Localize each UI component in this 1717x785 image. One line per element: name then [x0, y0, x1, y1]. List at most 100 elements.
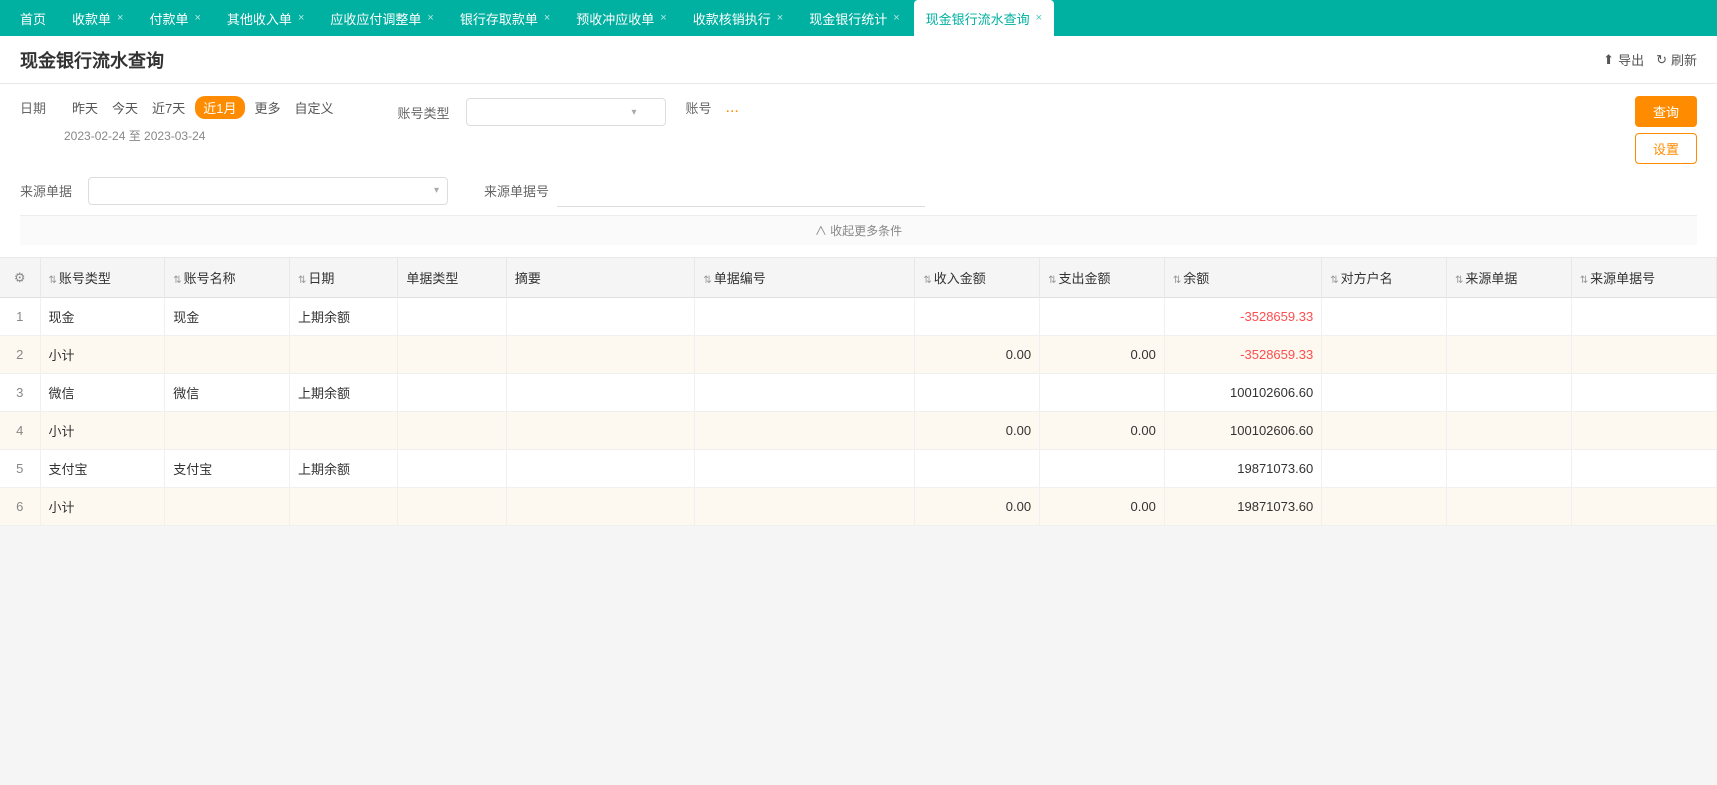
close-icon[interactable]: ×	[298, 12, 304, 24]
th-income[interactable]: ⇅收入金额	[915, 258, 1040, 298]
collapse-bar[interactable]: ∧ 收起更多条件	[20, 215, 1697, 245]
close-icon[interactable]: ×	[893, 12, 899, 24]
row-income	[915, 374, 1040, 412]
row-income	[915, 450, 1040, 488]
nav-item-bank-flow[interactable]: 现金银行流水查询 ×	[914, 0, 1054, 36]
row-num: 6	[0, 488, 40, 526]
row-balance: 100102606.60	[1164, 374, 1321, 412]
row-source-doc	[1446, 450, 1571, 488]
row-source-doc	[1446, 374, 1571, 412]
date-btn-yesterday[interactable]: 昨天	[68, 96, 102, 119]
date-btn-7days[interactable]: 近7天	[148, 96, 189, 119]
date-btn-custom[interactable]: 自定义	[291, 96, 338, 119]
close-icon[interactable]: ×	[427, 12, 433, 24]
row-num: 4	[0, 412, 40, 450]
date-btn-today[interactable]: 今天	[108, 96, 142, 119]
row-date: 上期余额	[290, 374, 398, 412]
row-doc-type	[398, 450, 506, 488]
nav-item-bank-deposit[interactable]: 银行存取款单 ×	[448, 0, 562, 36]
refresh-button[interactable]: ↻ 刷新	[1656, 50, 1697, 69]
row-expense: 0.00	[1040, 412, 1165, 450]
close-icon[interactable]: ×	[777, 12, 783, 24]
nav-item-receipts[interactable]: 收款单 ×	[60, 0, 135, 36]
source-doc-no-input-wrapper	[557, 174, 925, 207]
nav-item-advance[interactable]: 预收冲应收单 ×	[564, 0, 678, 36]
source-doc-no-label: 来源单据号	[484, 181, 549, 200]
nav-item-home[interactable]: 首页	[8, 0, 58, 36]
account-dots-button[interactable]: ...	[722, 99, 743, 117]
th-account-type[interactable]: ⇅账号类型	[40, 258, 165, 298]
row-account-type: 支付宝	[40, 450, 165, 488]
th-source-doc-no[interactable]: ⇅来源单据号	[1571, 258, 1716, 298]
nav-item-bank-stats[interactable]: 现金银行统计 ×	[797, 0, 911, 36]
row-summary	[506, 450, 695, 488]
nav-item-verify[interactable]: 收款核销执行 ×	[681, 0, 795, 36]
table-row: 4 小计 0.00 0.00 100102606.60	[0, 412, 1717, 450]
date-btn-1month[interactable]: 近1月	[195, 96, 244, 119]
table-row: 5 支付宝 支付宝 上期余额 19871073.60	[0, 450, 1717, 488]
row-counterparty	[1322, 450, 1447, 488]
th-expense[interactable]: ⇅支出金额	[1040, 258, 1165, 298]
page-title: 现金银行流水查询	[20, 47, 164, 73]
row-summary	[506, 488, 695, 526]
close-icon[interactable]: ×	[1036, 12, 1042, 24]
row-doc-no	[695, 336, 915, 374]
row-balance: -3528659.33	[1164, 298, 1321, 336]
nav-item-adjustment[interactable]: 应收应付调整单 ×	[318, 0, 445, 36]
close-icon[interactable]: ×	[194, 12, 200, 24]
date-quick-buttons: 昨天 今天 近7天 近1月 更多 自定义	[68, 96, 338, 119]
row-income: 0.00	[915, 488, 1040, 526]
row-source-doc	[1446, 298, 1571, 336]
row-income: 0.00	[915, 336, 1040, 374]
row-account-name: 现金	[165, 298, 290, 336]
row-account-name: 支付宝	[165, 450, 290, 488]
th-balance[interactable]: ⇅余额	[1164, 258, 1321, 298]
row-balance: 19871073.60	[1164, 450, 1321, 488]
row-source-doc-no	[1571, 450, 1716, 488]
export-button[interactable]: ⬆ 导出	[1603, 50, 1644, 69]
date-label: 日期	[20, 98, 60, 117]
row-doc-no	[695, 488, 915, 526]
table-row: 6 小计 0.00 0.00 19871073.60	[0, 488, 1717, 526]
th-doc-no[interactable]: ⇅单据编号	[695, 258, 915, 298]
row-source-doc-no	[1571, 336, 1716, 374]
account-type-label: 账号类型	[398, 103, 458, 122]
row-date	[290, 488, 398, 526]
th-date[interactable]: ⇅日期	[290, 258, 398, 298]
row-account-type: 小计	[40, 412, 165, 450]
row-doc-no	[695, 412, 915, 450]
close-icon[interactable]: ×	[544, 12, 550, 24]
th-counterparty[interactable]: ⇅对方户名	[1322, 258, 1447, 298]
gear-column-header[interactable]: ⚙	[0, 258, 40, 298]
row-doc-type	[398, 336, 506, 374]
close-icon[interactable]: ×	[660, 12, 666, 24]
row-doc-type	[398, 374, 506, 412]
source-doc-no-input[interactable]	[561, 176, 921, 204]
row-account-name: 微信	[165, 374, 290, 412]
row-expense	[1040, 374, 1165, 412]
row-source-doc	[1446, 336, 1571, 374]
row-date	[290, 412, 398, 450]
row-doc-no	[695, 298, 915, 336]
th-account-name[interactable]: ⇅账号名称	[165, 258, 290, 298]
row-expense	[1040, 450, 1165, 488]
settings-button[interactable]: 设置	[1635, 133, 1697, 164]
source-doc-select[interactable]: ▾	[88, 177, 448, 205]
row-doc-no	[695, 374, 915, 412]
th-source-doc[interactable]: ⇅来源单据	[1446, 258, 1571, 298]
date-btn-more[interactable]: 更多	[251, 96, 285, 119]
row-counterparty	[1322, 488, 1447, 526]
source-filter-row: 来源单据 ▾ 来源单据号	[20, 174, 1697, 207]
row-summary	[506, 412, 695, 450]
query-button[interactable]: 查询	[1635, 96, 1697, 127]
row-num: 1	[0, 298, 40, 336]
account-type-select[interactable]: ▾	[466, 98, 666, 126]
row-counterparty	[1322, 374, 1447, 412]
row-date: 上期余额	[290, 450, 398, 488]
nav-item-other-income[interactable]: 其他收入单 ×	[215, 0, 316, 36]
nav-item-payments[interactable]: 付款单 ×	[137, 0, 212, 36]
row-expense: 0.00	[1040, 488, 1165, 526]
refresh-icon: ↻	[1656, 52, 1667, 68]
row-counterparty	[1322, 412, 1447, 450]
close-icon[interactable]: ×	[117, 12, 123, 24]
